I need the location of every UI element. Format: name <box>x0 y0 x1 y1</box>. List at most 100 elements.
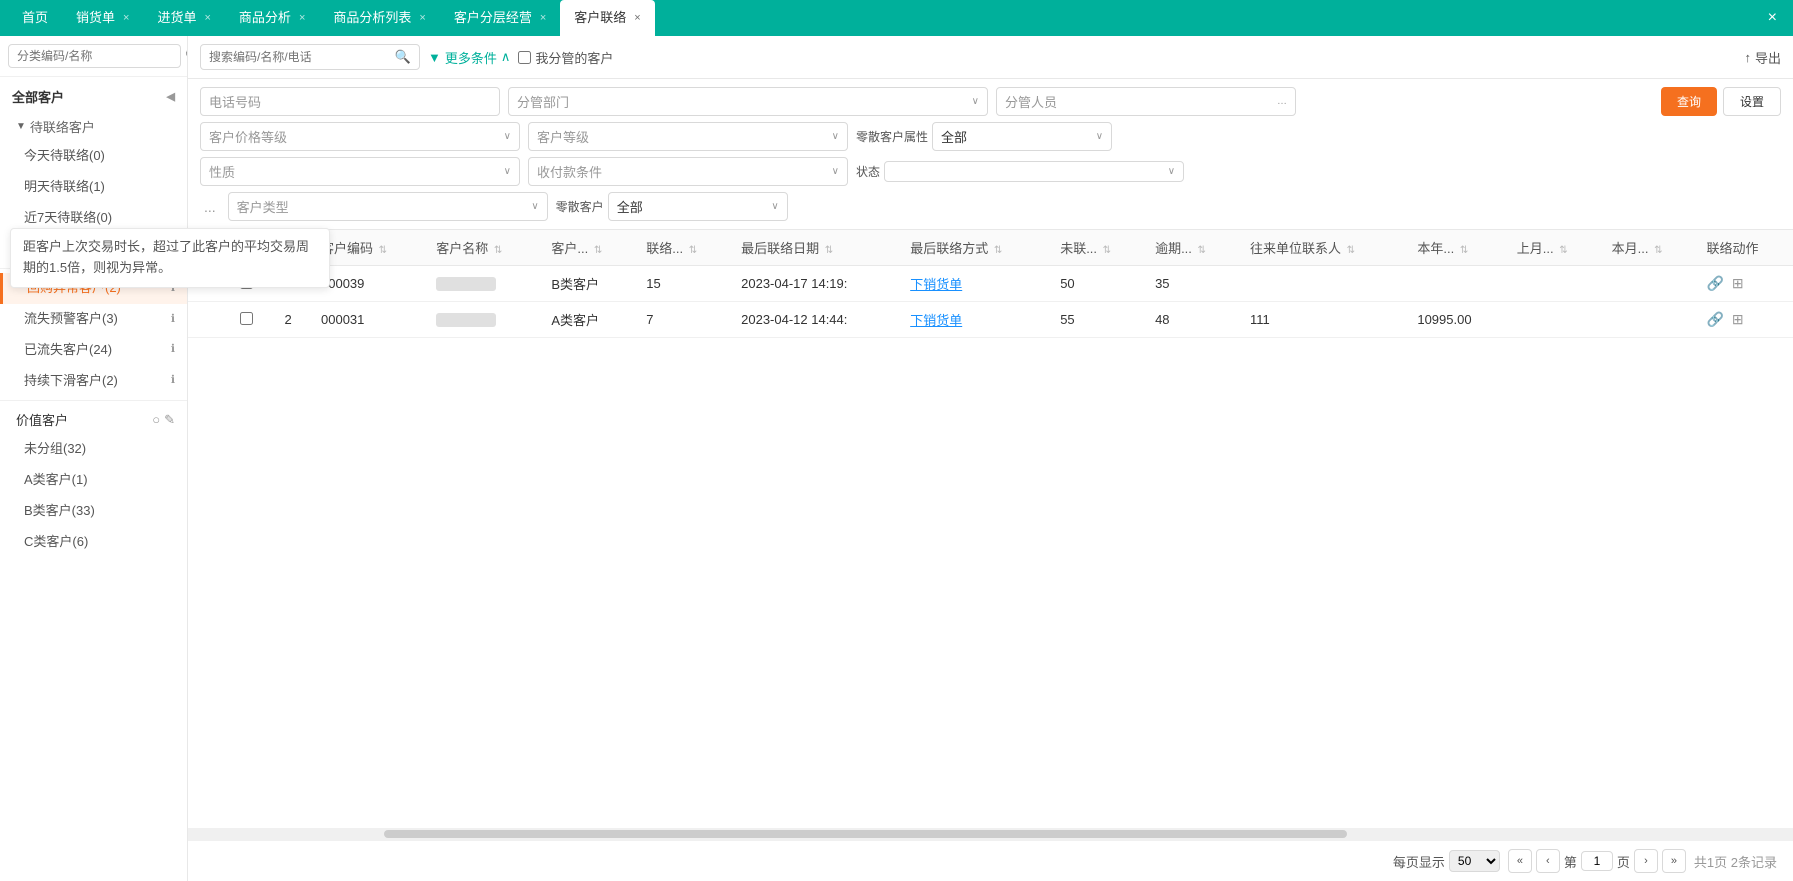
sidebar-search-input[interactable] <box>8 44 181 68</box>
unread-header[interactable]: 未联... ⇅ <box>1050 230 1145 266</box>
grid-icon[interactable]: ⊞ <box>1732 275 1744 292</box>
this-month-header[interactable]: 本月... ⇅ <box>1602 230 1697 266</box>
search-input[interactable] <box>209 50 391 64</box>
retail-customer-group: 零散客户 全部 ∨ <box>556 192 1781 221</box>
more-dots[interactable]: ... <box>204 199 216 215</box>
sidebar-item-today[interactable]: 今天待联络(0) <box>0 141 187 172</box>
row2-settings <box>188 302 230 338</box>
contact-header[interactable]: 联络... ⇅ <box>636 230 731 266</box>
sidebar-item-declining[interactable]: 持续下滑客户(2) ℹ <box>0 366 187 397</box>
scrollbar-thumb[interactable] <box>384 830 1347 838</box>
link-icon[interactable]: 🔗 <box>1706 311 1723 328</box>
row-checkbox[interactable] <box>240 312 253 325</box>
nav-customer-contact[interactable]: 客户联络 × <box>560 0 654 36</box>
nav-purchase[interactable]: 进货单 × <box>143 0 224 36</box>
sidebar-item-class-c[interactable]: C类客户(6) <box>0 527 187 558</box>
row1-year-amount <box>1407 266 1506 302</box>
type-header[interactable]: 客户... ⇅ <box>541 230 636 266</box>
close-icon[interactable]: × <box>123 0 129 36</box>
row1-contact: 15 <box>636 266 731 302</box>
blurred-name <box>436 277 496 291</box>
close-icon[interactable]: × <box>540 0 546 36</box>
first-page-button[interactable]: « <box>1508 849 1532 873</box>
next-page-button[interactable]: › <box>1634 849 1658 873</box>
collapse-icon: ◀ <box>167 90 175 103</box>
last-method-header[interactable]: 最后联络方式 ⇅ <box>900 230 1050 266</box>
status-field[interactable]: ∨ <box>884 161 1184 182</box>
dropdown-icon: ∨ <box>771 201 778 212</box>
row2-checkbox[interactable] <box>230 302 274 338</box>
adv-filter-panel: 电话号码 分管部门 ∨ 分管人员 … 查询 设置 客 <box>188 79 1793 230</box>
year-amount-header[interactable]: 本年... ⇅ <box>1407 230 1506 266</box>
page-number-input[interactable] <box>1581 851 1613 871</box>
gender-field[interactable]: 性质 ∨ <box>200 157 520 186</box>
export-button[interactable]: ↑ 导出 <box>1744 48 1781 67</box>
retail-customer-field[interactable]: 全部 ∨ <box>608 192 788 221</box>
dropdown-icon: ∨ <box>531 201 538 212</box>
grid-icon[interactable]: ⊞ <box>1732 311 1744 328</box>
customers-table: ⚙ # 客户编码 ⇅ 客户名称 ⇅ <box>188 230 1793 338</box>
total-records: 共1页 2条记录 <box>1694 852 1777 871</box>
pagination-bar: 每页显示 50 20 100 « ‹ 第 页 › » 共1页 2条记录 <box>188 840 1793 881</box>
pay-terms-field[interactable]: 收付款条件 ∨ <box>528 157 848 186</box>
edit-icon[interactable]: ○ <box>152 412 160 428</box>
nav-goods-analysis[interactable]: 商品分析 × <box>225 0 319 36</box>
name-header[interactable]: 客户名称 ⇅ <box>426 230 541 266</box>
sidebar-pending-group[interactable]: ▼ 待联络客户 <box>0 112 187 141</box>
per-page-select[interactable]: 50 20 100 <box>1449 850 1500 872</box>
sidebar-item-class-a[interactable]: A类客户(1) <box>0 465 187 496</box>
dept-field[interactable]: 分管部门 ∨ <box>508 87 988 116</box>
sort-icon: ⇅ <box>1460 245 1468 256</box>
filter-row-4: ... 客户类型 ∨ 零散客户 全部 ∨ <box>200 192 1781 221</box>
query-button[interactable]: 查询 <box>1661 87 1717 116</box>
sort-icon: ⇅ <box>494 245 502 256</box>
row1-last-method[interactable]: 下销货单 <box>900 266 1050 302</box>
settings-icon[interactable]: ✎ <box>164 412 175 428</box>
contacts-header[interactable]: 往来单位联系人 ⇅ <box>1240 230 1407 266</box>
nav-customer-segment[interactable]: 客户分层经营 × <box>440 0 560 36</box>
horizontal-scrollbar[interactable] <box>188 828 1793 840</box>
overdue-header[interactable]: 逾期... ⇅ <box>1145 230 1240 266</box>
sort-icon: ⇅ <box>689 245 697 256</box>
row2-code: 000031 <box>311 302 426 338</box>
global-close-button[interactable]: × <box>1760 9 1785 27</box>
person-field[interactable]: 分管人员 … <box>996 87 1296 116</box>
sidebar-item-tomorrow[interactable]: 明天待联络(1) <box>0 172 187 203</box>
sidebar-item-churned[interactable]: 已流失客户(24) ℹ <box>0 335 187 366</box>
sidebar-item-churn-warning[interactable]: 流失预警客户(3) ℹ <box>0 304 187 335</box>
my-customers-check[interactable] <box>518 51 531 64</box>
nav-home[interactable]: 首页 <box>8 0 62 36</box>
sidebar-value-group[interactable]: 价值客户 ○ ✎ <box>0 405 187 434</box>
customer-type-field[interactable]: 客户类型 ∨ <box>228 192 548 221</box>
customer-level-field[interactable]: 客户等级 ∨ <box>528 122 848 151</box>
close-icon[interactable]: × <box>634 0 640 36</box>
nav-goods-analysis-list[interactable]: 商品分析列表 × <box>319 0 439 36</box>
row2-last-method[interactable]: 下销货单 <box>900 302 1050 338</box>
row2-index: 2 <box>275 302 311 338</box>
last-month-header[interactable]: 上月... ⇅ <box>1507 230 1602 266</box>
link-icon[interactable]: 🔗 <box>1706 275 1723 292</box>
sidebar-all-customers[interactable]: 全部客户 ◀ <box>0 81 187 112</box>
action-icons: 🔗 ⊞ <box>1706 275 1783 292</box>
last-date-header[interactable]: 最后联络日期 ⇅ <box>731 230 900 266</box>
search-icon: 🔍 <box>395 49 411 65</box>
price-level-field[interactable]: 客户价格等级 ∨ <box>200 122 520 151</box>
last-page-button[interactable]: » <box>1662 849 1686 873</box>
info-icon: ℹ <box>171 372 175 390</box>
row2-action: 🔗 ⊞ <box>1696 302 1793 338</box>
close-icon[interactable]: × <box>204 0 210 36</box>
setting-button[interactable]: 设置 <box>1723 87 1781 116</box>
sort-icon: ⇅ <box>1559 245 1567 256</box>
row2-overdue: 48 <box>1145 302 1240 338</box>
sidebar-item-class-b[interactable]: B类客户(33) <box>0 496 187 527</box>
retail-attr-field[interactable]: 全部 ∨ <box>932 122 1112 151</box>
close-icon[interactable]: × <box>299 0 305 36</box>
sidebar-item-ungrouped[interactable]: 未分组(32) <box>0 434 187 465</box>
nav-sales[interactable]: 销货单 × <box>62 0 143 36</box>
more-conditions-button[interactable]: ▼ 更多条件 ∧ <box>428 48 510 67</box>
close-icon[interactable]: × <box>419 0 425 36</box>
divider <box>0 400 187 401</box>
my-customers-checkbox[interactable]: 我分管的客户 <box>518 48 613 67</box>
prev-page-button[interactable]: ‹ <box>1536 849 1560 873</box>
phone-field[interactable]: 电话号码 <box>200 87 500 116</box>
